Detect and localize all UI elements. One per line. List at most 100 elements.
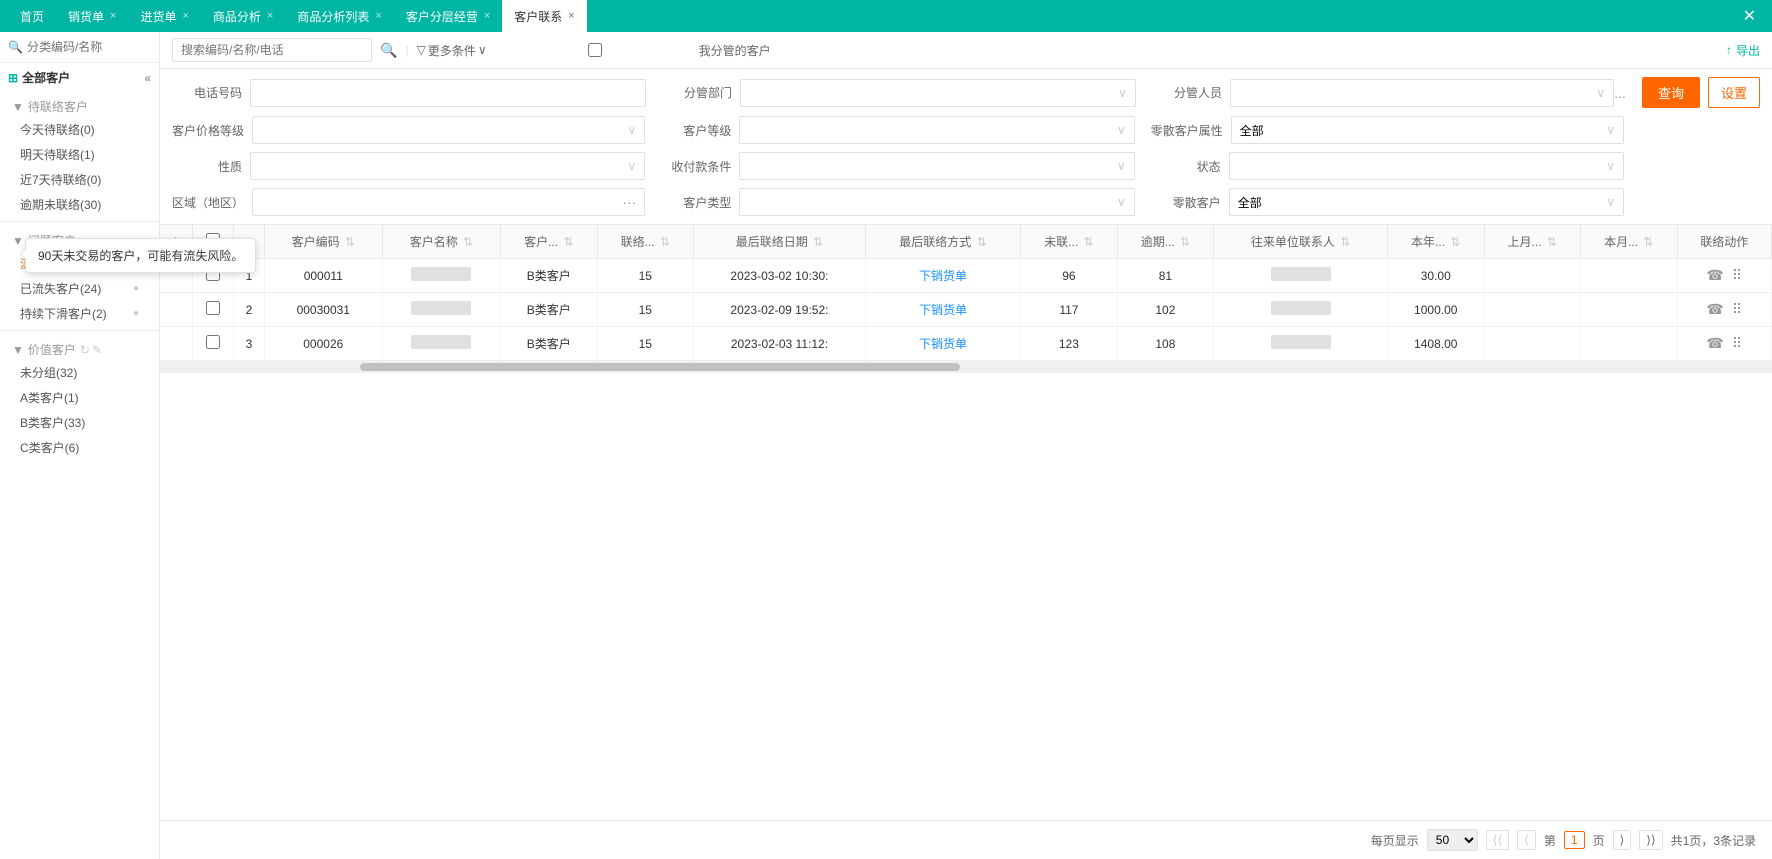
sort-icon-code[interactable]: ⇅	[345, 235, 355, 249]
per-page-select[interactable]: 50 20 100	[1427, 829, 1478, 851]
more-conditions-button[interactable]: ▽ 更多条件 ∨	[417, 42, 487, 59]
tab-product-list[interactable]: 商品分析列表 ×	[285, 0, 393, 32]
sort-icon-unit[interactable]: ⇅	[1340, 235, 1350, 249]
more-action-icon[interactable]: ⠿	[1732, 335, 1742, 352]
filter-field-customer-level: 客户等级 ∨	[661, 116, 1134, 144]
sidebar-item-overdue-contact[interactable]: 逾期未联络(30)	[0, 192, 159, 217]
close-tab-customer-contact[interactable]: ×	[568, 10, 574, 22]
tab-product-analysis[interactable]: 商品分析 ×	[201, 0, 285, 32]
manager-select[interactable]: ∨	[1230, 79, 1614, 107]
sort-icon-contact[interactable]: ⇅	[660, 235, 670, 249]
more-action-icon[interactable]: ⠿	[1732, 267, 1742, 284]
settings-button[interactable]: 设置	[1708, 77, 1760, 108]
tab-customer-contact[interactable]: 客户联系 ×	[502, 0, 586, 32]
column-last-date[interactable]: 最后联络日期 ⇅	[694, 225, 866, 259]
column-name[interactable]: 客户名称 ⇅	[382, 225, 500, 259]
close-tab-customer-tier[interactable]: ×	[484, 10, 490, 22]
sidebar-search-input[interactable]	[27, 40, 151, 54]
sort-icon-year[interactable]: ⇅	[1450, 235, 1460, 249]
tab-purchase[interactable]: 进货单 ×	[128, 0, 200, 32]
last-method-link[interactable]: 下销货单	[919, 303, 967, 317]
column-this-month[interactable]: 本月... ⇅	[1581, 225, 1678, 259]
row-contact: 15	[597, 327, 694, 361]
column-contact[interactable]: 联络... ⇅	[597, 225, 694, 259]
column-this-year[interactable]: 本年... ⇅	[1387, 225, 1484, 259]
contact-icon[interactable]: ☎	[1706, 335, 1723, 352]
sidebar-item-class-b[interactable]: B类客户(33)	[0, 410, 159, 435]
region-ellipsis[interactable]: ···	[622, 194, 636, 210]
payment-select[interactable]: ∨	[739, 152, 1134, 180]
row-index: 3	[234, 327, 264, 361]
tab-customer-tier[interactable]: 客户分层经营 ×	[394, 0, 502, 32]
last-method-link[interactable]: 下销货单	[919, 269, 967, 283]
customer-type-select[interactable]: ∨	[739, 188, 1134, 216]
my-customers-checkbox[interactable]: 我分管的客户	[495, 42, 771, 59]
sidebar-item-tomorrow-contact[interactable]: 明天待联络(1)	[0, 142, 159, 167]
sort-icon-overdue[interactable]: ⇅	[1180, 235, 1190, 249]
collapse-icon[interactable]: «	[144, 71, 151, 85]
first-page-button[interactable]: ⟨⟨	[1486, 830, 1509, 850]
sort-icon-name[interactable]: ⇅	[463, 235, 473, 249]
sidebar-item-class-c[interactable]: C类客户(6)	[0, 435, 159, 460]
column-uncontacted[interactable]: 未联... ⇅	[1021, 225, 1118, 259]
column-last-month[interactable]: 上月... ⇅	[1484, 225, 1581, 259]
column-code[interactable]: 客户编码 ⇅	[264, 225, 382, 259]
search-input[interactable]	[172, 38, 372, 62]
column-unit-contact[interactable]: 往来单位联系人 ⇅	[1214, 225, 1388, 259]
price-level-select[interactable]: ∨	[252, 116, 645, 144]
info-icon-2: ●	[133, 283, 139, 294]
group-label-value: ▼ 价值客户 ↻ ✎	[0, 335, 159, 360]
sort-icon-date[interactable]: ⇅	[813, 235, 823, 249]
phone-input[interactable]	[250, 79, 646, 107]
query-button[interactable]: 查询	[1642, 77, 1700, 108]
sort-icon-method[interactable]: ⇅	[977, 235, 987, 249]
status-select[interactable]: ∨	[1229, 152, 1624, 180]
sort-icon-month[interactable]: ⇅	[1643, 235, 1653, 249]
contact-icon[interactable]: ☎	[1706, 267, 1723, 284]
close-tab-purchase[interactable]: ×	[182, 10, 188, 22]
more-action-icon[interactable]: ⠿	[1732, 301, 1742, 318]
my-customers-cb[interactable]	[495, 43, 695, 57]
sidebar-item-declining[interactable]: 持续下滑客户(2) ●	[0, 301, 159, 326]
tab-sales[interactable]: 销货单 ×	[56, 0, 128, 32]
sidebar-all-customers[interactable]: ⊞ 全部客户 «	[0, 63, 159, 92]
sidebar-item-churned[interactable]: 已流失客户(24) ●	[0, 276, 159, 301]
search-button[interactable]: 🔍	[380, 42, 397, 59]
horizontal-scrollbar[interactable]	[160, 361, 1772, 373]
retail-attr-select[interactable]: 全部 ∨	[1231, 116, 1624, 144]
tab-home[interactable]: 首页	[8, 0, 56, 32]
manager-ellipsis[interactable]: ...	[1614, 85, 1626, 101]
sidebar-item-class-a[interactable]: A类客户(1)	[0, 385, 159, 410]
column-last-method[interactable]: 最后联络方式 ⇅	[865, 225, 1020, 259]
sidebar-item-7day-contact[interactable]: 近7天待联络(0)	[0, 167, 159, 192]
row-checkbox[interactable]	[192, 327, 234, 361]
row-checkbox[interactable]	[192, 293, 234, 327]
edit-icon[interactable]: ✎	[92, 343, 102, 357]
last-method-link[interactable]: 下销货单	[919, 337, 967, 351]
refresh-icon[interactable]: ↻	[80, 343, 90, 357]
column-overdue[interactable]: 逾期... ⇅	[1117, 225, 1214, 259]
close-tab-product-analysis[interactable]: ×	[267, 10, 273, 22]
sort-icon-lmonth[interactable]: ⇅	[1547, 235, 1557, 249]
retail-customer-select[interactable]: 全部 ∨	[1229, 188, 1624, 216]
column-type[interactable]: 客户... ⇅	[501, 225, 598, 259]
window-close-button[interactable]: ✕	[1735, 6, 1764, 26]
prev-page-button[interactable]: ⟨	[1517, 830, 1536, 850]
close-tab-product-list[interactable]: ×	[375, 10, 381, 22]
next-page-button[interactable]: ⟩	[1613, 830, 1632, 850]
last-page-button[interactable]: ⟩⟩	[1639, 830, 1662, 850]
sort-icon-type[interactable]: ⇅	[563, 235, 573, 249]
scrollbar-thumb[interactable]	[360, 363, 960, 371]
nature-select[interactable]: ∨	[250, 152, 645, 180]
sort-icon-uncontacted[interactable]: ⇅	[1084, 235, 1094, 249]
row-cb[interactable]	[206, 335, 220, 349]
contact-icon[interactable]: ☎	[1706, 301, 1723, 318]
sidebar-item-ungroup[interactable]: 未分组(32)	[0, 360, 159, 385]
customer-level-select[interactable]: ∨	[739, 116, 1134, 144]
region-select[interactable]: ···	[252, 188, 645, 216]
export-button[interactable]: ↑ 导出	[1726, 42, 1760, 59]
dept-select[interactable]: ∨	[740, 79, 1136, 107]
sidebar-item-today-contact[interactable]: 今天待联络(0)	[0, 117, 159, 142]
row-cb[interactable]	[206, 301, 220, 315]
close-tab-sales[interactable]: ×	[110, 10, 116, 22]
